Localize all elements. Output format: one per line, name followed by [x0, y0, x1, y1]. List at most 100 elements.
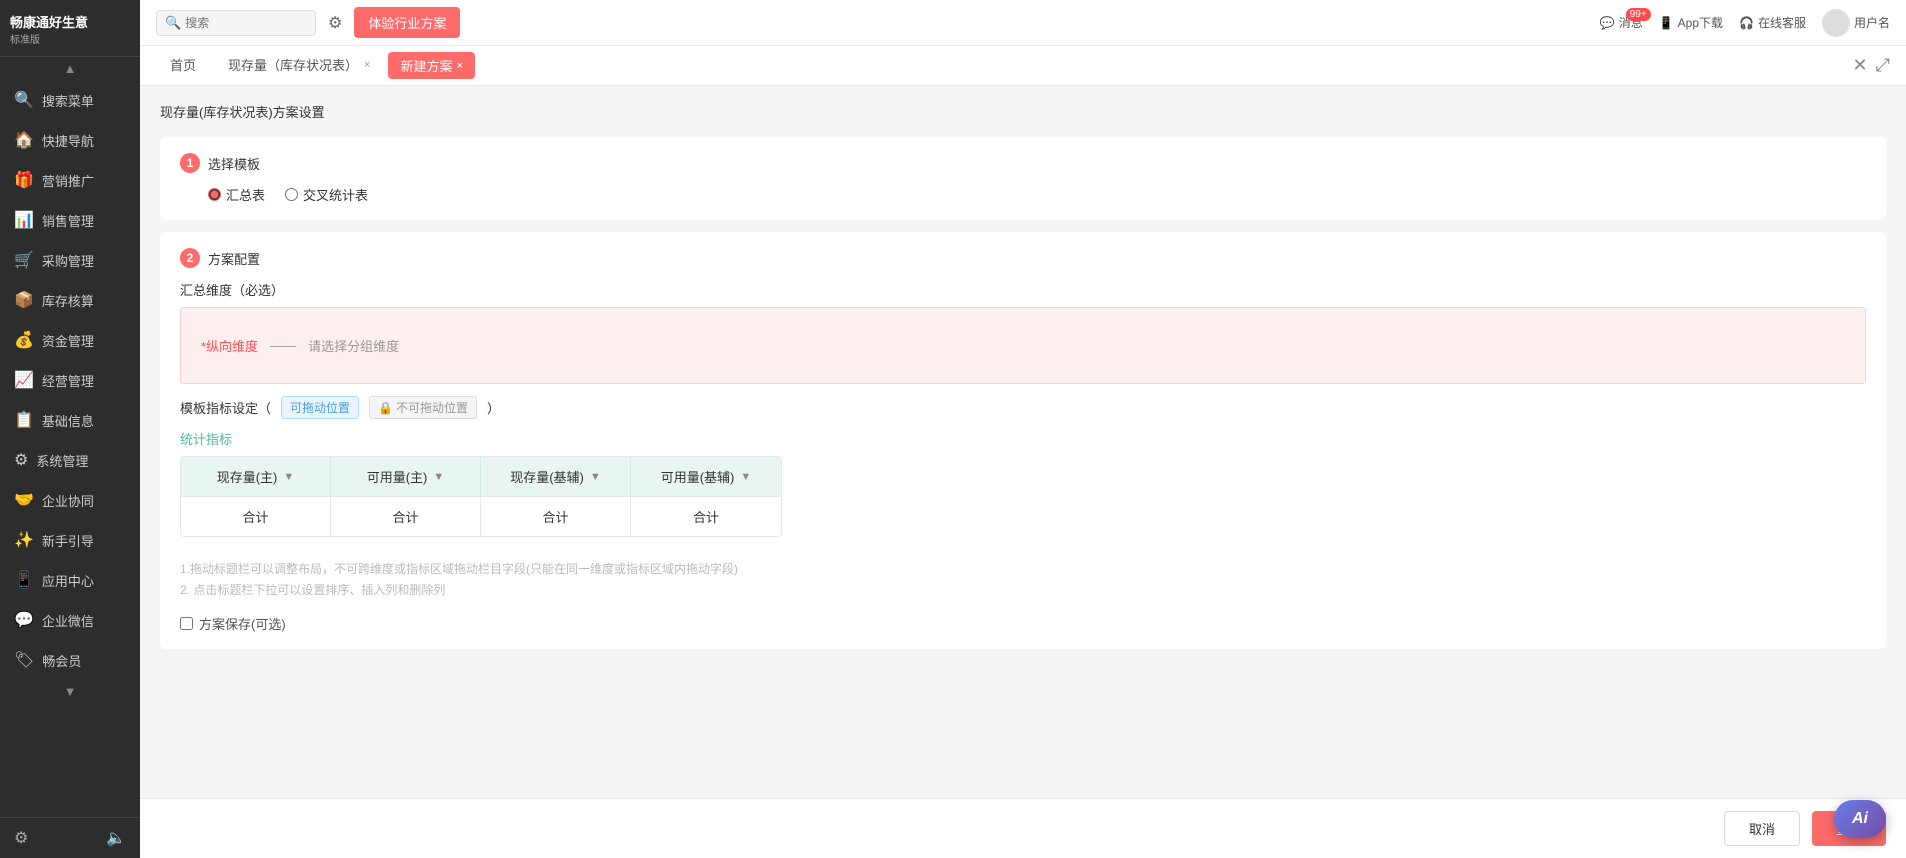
expand-icon[interactable]: ⤢: [1876, 55, 1890, 76]
col-header-1[interactable]: 可用量(主) ▼: [331, 457, 481, 496]
search-box[interactable]: 🔍: [156, 10, 316, 36]
trial-button[interactable]: 体验行业方案: [354, 7, 460, 38]
col-body-2: 合计: [481, 497, 631, 536]
col-header-0[interactable]: 现存量(主) ▼: [181, 457, 331, 496]
dimension-area: *纵向维度 —— 请选择分组维度: [180, 307, 1866, 384]
sidebar-item-label: 系统管理: [36, 451, 88, 470]
app-download-button[interactable]: 📱 App下载: [1659, 14, 1723, 31]
message-button[interactable]: 💬 消息 99+: [1600, 14, 1643, 31]
sidebar-item-marketing[interactable]: 🎁 营销推广: [0, 160, 140, 200]
sidebar-item-system[interactable]: ⚙ 系统管理: [0, 440, 140, 480]
sidebar-item-search[interactable]: 🔍 搜索菜单: [0, 80, 140, 120]
sidebar-logo: 畅康通好生意 标准版: [0, 0, 140, 57]
sidebar-item-label: 销售管理: [42, 211, 94, 230]
sidebar: 畅康通好生意 标准版 ▲ 🔍 搜索菜单 🏠 快捷导航 🎁 营销推广 📊 销售管理…: [0, 0, 140, 858]
sidebar-scroll-down[interactable]: ▼: [0, 680, 140, 703]
tab-inventory-label: 现存量（库存状况表）: [228, 55, 358, 74]
online-service-button[interactable]: 🎧 在线客服: [1739, 14, 1806, 31]
tabs-right-controls: ✕ ⤢: [1853, 55, 1891, 76]
indicator-label-close: ）: [487, 398, 500, 417]
sidebar-item-collab[interactable]: 🤝 企业协同: [0, 480, 140, 520]
service-label: 在线客服: [1758, 14, 1806, 31]
step1-title: 选择模板: [208, 154, 260, 173]
sparkle-icon: ✨: [14, 530, 34, 550]
non-draggable-badge: 🔒 不可拖动位置: [369, 396, 477, 419]
radio-summary[interactable]: 汇总表: [208, 185, 265, 204]
mobile-icon: 📱: [14, 570, 34, 590]
save-row: 方案保存(可选): [180, 614, 1866, 633]
indicator-label-text: 模板指标设定（: [180, 398, 271, 417]
gift-icon: 🎁: [14, 170, 34, 190]
search-input[interactable]: [185, 16, 305, 30]
cancel-button[interactable]: 取消: [1724, 811, 1800, 846]
ai-bubble[interactable]: Ai: [1834, 800, 1886, 838]
sales-icon: 📊: [14, 210, 34, 230]
tab-inventory-close[interactable]: ×: [364, 59, 370, 71]
indicator-settings: 模板指标设定（ 可拖动位置 🔒 不可拖动位置 ） 统计指标 现存量(主) ▼: [180, 396, 1866, 598]
sidebar-item-label: 快捷导航: [42, 131, 94, 150]
radio-cross-label: 交叉统计表: [303, 185, 368, 204]
col-header-2[interactable]: 现存量(基辅) ▼: [481, 457, 631, 496]
sidebar-item-basic-info[interactable]: 📋 基础信息: [0, 400, 140, 440]
sidebar-item-purchase[interactable]: 🛒 采购管理: [0, 240, 140, 280]
sidebar-item-quicknav[interactable]: 🏠 快捷导航: [0, 120, 140, 160]
col-header-2-label: 现存量(基辅): [510, 467, 584, 486]
tip-item-0: 1.拖动标题栏可以调整布局，不可跨维度或指标区域拖动栏目字段(只能在同一维度或指…: [180, 560, 1866, 577]
sidebar-item-finance[interactable]: 💰 资金管理: [0, 320, 140, 360]
sidebar-item-label: 新手引导: [42, 531, 94, 550]
step2-section: 2 方案配置 汇总维度（必选） *纵向维度 —— 请选择分组维度 模板指标设定（…: [160, 232, 1886, 649]
message-badge: 99+: [1626, 8, 1651, 21]
sidebar-item-wechat[interactable]: 💬 企业微信: [0, 600, 140, 640]
sidebar-item-label: 应用中心: [42, 571, 94, 590]
tips-section: 1.拖动标题栏可以调整布局，不可跨维度或指标区域拖动栏目字段(只能在同一维度或指…: [180, 560, 1866, 598]
topbar-gear-icon[interactable]: ⚙: [328, 13, 342, 33]
step2-number: 2: [180, 248, 200, 268]
sidebar-item-label: 搜索菜单: [42, 91, 94, 110]
step1-section: 1 选择模板 汇总表 交叉统计表: [160, 137, 1886, 220]
tab-home-label: 首页: [170, 55, 196, 74]
col-header-3-label: 可用量(基辅): [661, 467, 735, 486]
radio-cross[interactable]: 交叉统计表: [285, 185, 368, 204]
sidebar-scroll-up[interactable]: ▲: [0, 57, 140, 80]
sidebar-item-inventory[interactable]: 📦 库存核算: [0, 280, 140, 320]
money-icon: 💰: [14, 330, 34, 350]
sidebar-item-newguide[interactable]: ✨ 新手引导: [0, 520, 140, 560]
indicator-label-row: 模板指标设定（ 可拖动位置 🔒 不可拖动位置 ）: [180, 396, 1866, 419]
radio-cross-input[interactable]: [285, 188, 298, 201]
stats-section-label: 统计指标: [180, 429, 1866, 448]
sidebar-item-sales[interactable]: 📊 销售管理: [0, 200, 140, 240]
tab-new-close-icon[interactable]: ×: [456, 60, 462, 72]
dim-label: 汇总维度（必选）: [180, 280, 1866, 299]
main-area: 🔍 ⚙ 体验行业方案 💬 消息 99+ 📱 App下载 🎧 在线客服 用户名: [140, 0, 1906, 858]
footer-bar: 取消 查询: [140, 798, 1906, 858]
close-window-icon[interactable]: ✕: [1853, 55, 1868, 76]
user-profile[interactable]: 用户名: [1822, 9, 1890, 37]
sidebar-item-label: 经营管理: [42, 371, 94, 390]
info-icon: 📋: [14, 410, 34, 430]
template-radio-group: 汇总表 交叉统计表: [208, 185, 1866, 204]
tab-new-scheme[interactable]: 新建方案 ×: [388, 52, 474, 79]
search-icon: 🔍: [14, 90, 34, 110]
step2-header: 2 方案配置: [180, 248, 1866, 268]
message-icon: 💬: [1600, 16, 1615, 30]
step2-title: 方案配置: [208, 249, 260, 268]
volume-icon[interactable]: 🔈: [106, 828, 126, 848]
gear-icon: ⚙: [14, 450, 28, 470]
lock-icon: 🔒: [378, 401, 393, 415]
cart-icon: 🛒: [14, 250, 34, 270]
sidebar-item-operations[interactable]: 📈 经营管理: [0, 360, 140, 400]
col-header-3[interactable]: 可用量(基辅) ▼: [631, 457, 781, 496]
sidebar-item-member[interactable]: 🏷 畅会员: [0, 640, 140, 680]
col-body-1: 合计: [331, 497, 481, 536]
dim-required: *纵向维度: [201, 336, 258, 355]
tab-inventory[interactable]: 现存量（库存状况表） ×: [214, 47, 384, 84]
sidebar-item-label: 营销推广: [42, 171, 94, 190]
chevron-down-icon-3: ▼: [740, 471, 751, 483]
col-body-3: 合计: [631, 497, 781, 536]
sidebar-item-label: 库存核算: [42, 291, 94, 310]
radio-summary-input[interactable]: [208, 188, 221, 201]
save-checkbox[interactable]: [180, 617, 193, 630]
sidebar-item-appcenter[interactable]: 📱 应用中心: [0, 560, 140, 600]
settings-icon[interactable]: ⚙: [14, 828, 28, 848]
tab-home[interactable]: 首页: [156, 47, 210, 84]
